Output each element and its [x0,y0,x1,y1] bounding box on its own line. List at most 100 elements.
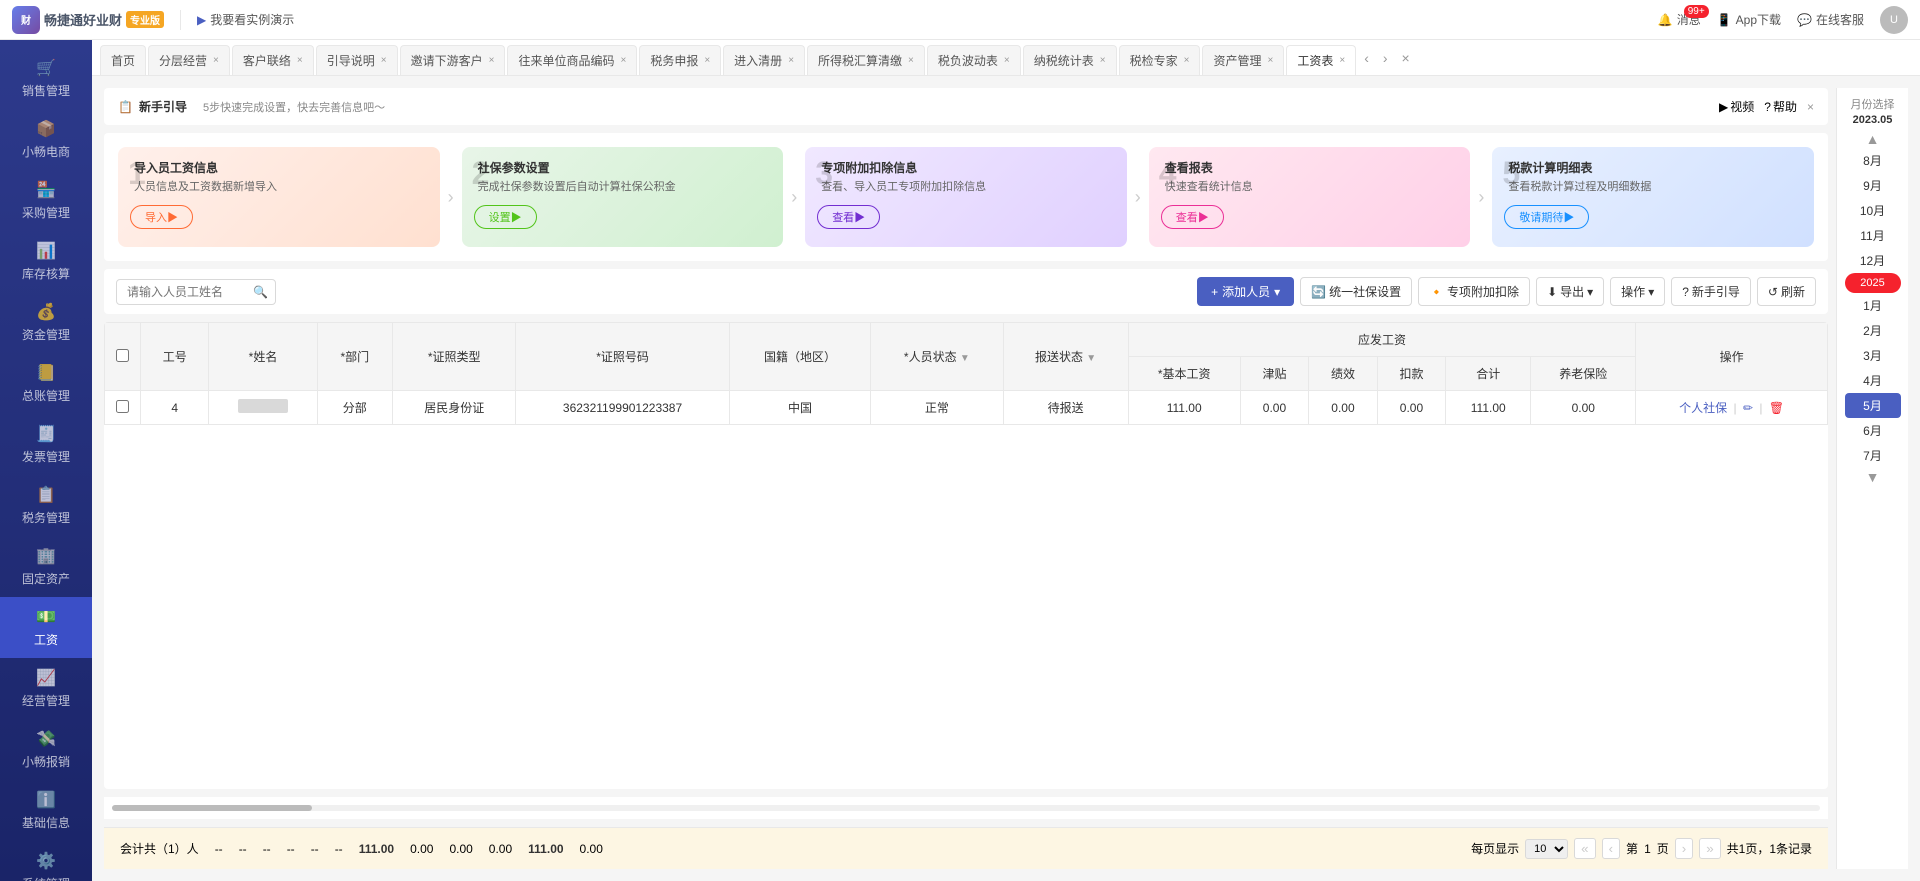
app-download-button[interactable]: 📱 App下载 [1717,11,1781,28]
sidebar-item-ledger[interactable]: 📒 总账管理 [0,353,92,414]
step-2-button[interactable]: 设置▶ [474,205,537,229]
notification-button[interactable]: 🔔 消息 99+ [1658,11,1701,28]
sidebar-item-tax[interactable]: 📋 税务管理 [0,475,92,536]
tab-salary-close[interactable]: × [1339,55,1345,66]
step-5-card: 5 税款计算明细表 查看税款计算过程及明细数据 敬请期待▶ [1492,147,1814,247]
month-10[interactable]: 10月 [1845,198,1901,223]
tab-clearance[interactable]: 进入清册 × [723,45,805,75]
step-5-button[interactable]: 敬请期待▶ [1504,205,1589,229]
month-11[interactable]: 11月 [1845,223,1901,248]
help-video-link[interactable]: ▶ 视频 [1719,98,1754,115]
add-chevron-icon: ▾ [1274,285,1280,299]
month-4[interactable]: 4月 [1845,368,1901,393]
month-7[interactable]: 7月 [1845,443,1901,468]
tab-distribution-close[interactable]: × [213,55,219,66]
add-person-button[interactable]: + 添加人员 ▾ [1197,277,1294,306]
sidebar-item-purchase[interactable]: 🏪 采购管理 [0,170,92,231]
tab-invite-close[interactable]: × [489,55,495,66]
delete-link[interactable]: 🗑 [1769,401,1784,415]
step-4-button[interactable]: 查看▶ [1161,205,1224,229]
report-filter-icon[interactable]: ▼ [1086,353,1096,364]
month-8[interactable]: 8月 [1845,148,1901,173]
search-input[interactable] [116,279,276,305]
last-page-button[interactable]: » [1699,838,1720,859]
tab-tax-reduction[interactable]: 税负波动表 × [927,45,1021,75]
tab-tax-stats[interactable]: 纳税统计表 × [1023,45,1117,75]
tab-salary[interactable]: 工资表 × [1286,45,1356,76]
month-12[interactable]: 12月 [1845,248,1901,273]
tab-tax-reduction-close[interactable]: × [1004,55,1010,66]
month-3[interactable]: 3月 [1845,343,1901,368]
tab-tax-expert[interactable]: 税检专家 × [1119,45,1201,75]
demo-link[interactable]: ▶ 我要看实例演示 [197,11,294,28]
sidebar-item-operations[interactable]: 📈 经营管理 [0,658,92,719]
sidebar-item-sales[interactable]: 🛒 销售管理 [0,48,92,109]
tab-distribution[interactable]: 分层经营 × [148,45,230,75]
step-1-button[interactable]: 导入▶ [130,205,193,229]
sidebar-item-ecom[interactable]: 📦 小畅电商 [0,109,92,170]
online-service-button[interactable]: 💬 在线客服 [1797,11,1864,28]
prev-page-button[interactable]: ‹ [1602,838,1620,859]
tab-invite[interactable]: 邀请下游客户 × [400,45,506,75]
special-deduction-button[interactable]: 🔸 专项附加扣除 [1418,277,1530,306]
tab-product-close[interactable]: × [620,55,626,66]
first-page-button[interactable]: « [1574,838,1595,859]
ops-button[interactable]: 操作 ▾ [1610,277,1665,306]
horizontal-scrollbar[interactable] [112,805,1820,811]
page-size-select[interactable]: 10 20 50 [1525,839,1568,859]
sidebar-item-basic[interactable]: ℹ️ 基础信息 [0,780,92,841]
tab-asset[interactable]: 资产管理 × [1202,45,1284,75]
guide-close-button[interactable]: × [1807,100,1814,114]
tab-next-button[interactable]: › [1377,46,1394,70]
tab-tax-report-close[interactable]: × [704,55,710,66]
month-9[interactable]: 9月 [1845,173,1901,198]
special-deduction-label: 专项附加扣除 [1447,283,1519,300]
summary-basic-salary: 111.00 [359,842,394,856]
sidebar-item-fixed-assets[interactable]: 🏢 固定资产 [0,536,92,597]
step-3-button[interactable]: 查看▶ [817,205,880,229]
tab-tax-report[interactable]: 税务申报 × [639,45,721,75]
tab-guide-close[interactable]: × [381,55,387,66]
sidebar-item-finance[interactable]: 💰 资金管理 [0,292,92,353]
month-6[interactable]: 6月 [1845,418,1901,443]
sidebar-item-invoice[interactable]: 🧾 发票管理 [0,414,92,475]
sidebar-item-inventory[interactable]: 📊 库存核算 [0,231,92,292]
help-doc-link[interactable]: ? 帮助 [1764,98,1797,115]
tab-tax-calc-close[interactable]: × [908,55,914,66]
tab-asset-close[interactable]: × [1267,55,1273,66]
tab-product-code[interactable]: 往来单位商品编码 × [507,45,637,75]
status-filter-icon[interactable]: ▼ [960,353,970,364]
cell-name [209,391,317,425]
personal-insurance-link[interactable]: 个人社保 [1679,401,1727,415]
scroll-handle[interactable] [112,805,312,811]
tab-customer[interactable]: 客户联络 × [232,45,314,75]
row-checkbox[interactable] [116,400,129,413]
tab-home[interactable]: 首页 [100,45,146,75]
select-all-checkbox[interactable] [116,349,129,362]
tab-tax-stats-close[interactable]: × [1100,55,1106,66]
sidebar-item-salary[interactable]: 💵 工资 [0,597,92,658]
summary-dash-3: -- [287,842,295,856]
tab-customer-close[interactable]: × [297,55,303,66]
step-2-card: 2 社保参数设置 完成社保参数设置后自动计算社保公积金 设置▶ [462,147,784,247]
tab-close-all-button[interactable]: × [1396,46,1416,70]
month-1[interactable]: 1月 [1845,293,1901,318]
month-2[interactable]: 2月 [1845,318,1901,343]
month-5[interactable]: 5月 [1845,393,1901,418]
tab-clearance-close[interactable]: × [788,55,794,66]
edit-link[interactable]: ✏ [1743,401,1753,415]
sidebar-item-reimbursement[interactable]: 💸 小畅报销 [0,719,92,780]
sidebar-item-system[interactable]: ⚙️ 系统管理 [0,841,92,881]
next-page-button[interactable]: › [1675,838,1693,859]
user-avatar[interactable]: U [1880,6,1908,34]
refresh-button[interactable]: ↺ 刷新 [1757,277,1816,306]
next-year-button[interactable]: ▼ [1864,468,1882,486]
tab-tax-calc[interactable]: 所得税汇算清缴 × [807,45,925,75]
social-insurance-button[interactable]: 🔄 统一社保设置 [1300,277,1412,306]
prev-year-button[interactable]: ▲ [1864,130,1882,148]
new-guide-button[interactable]: ? 新手引导 [1671,277,1751,306]
tab-prev-button[interactable]: ‹ [1358,46,1375,70]
export-button[interactable]: ⬇ 导出 ▾ [1536,277,1604,306]
tab-tax-expert-close[interactable]: × [1184,55,1190,66]
tab-guide[interactable]: 引导说明 × [316,45,398,75]
